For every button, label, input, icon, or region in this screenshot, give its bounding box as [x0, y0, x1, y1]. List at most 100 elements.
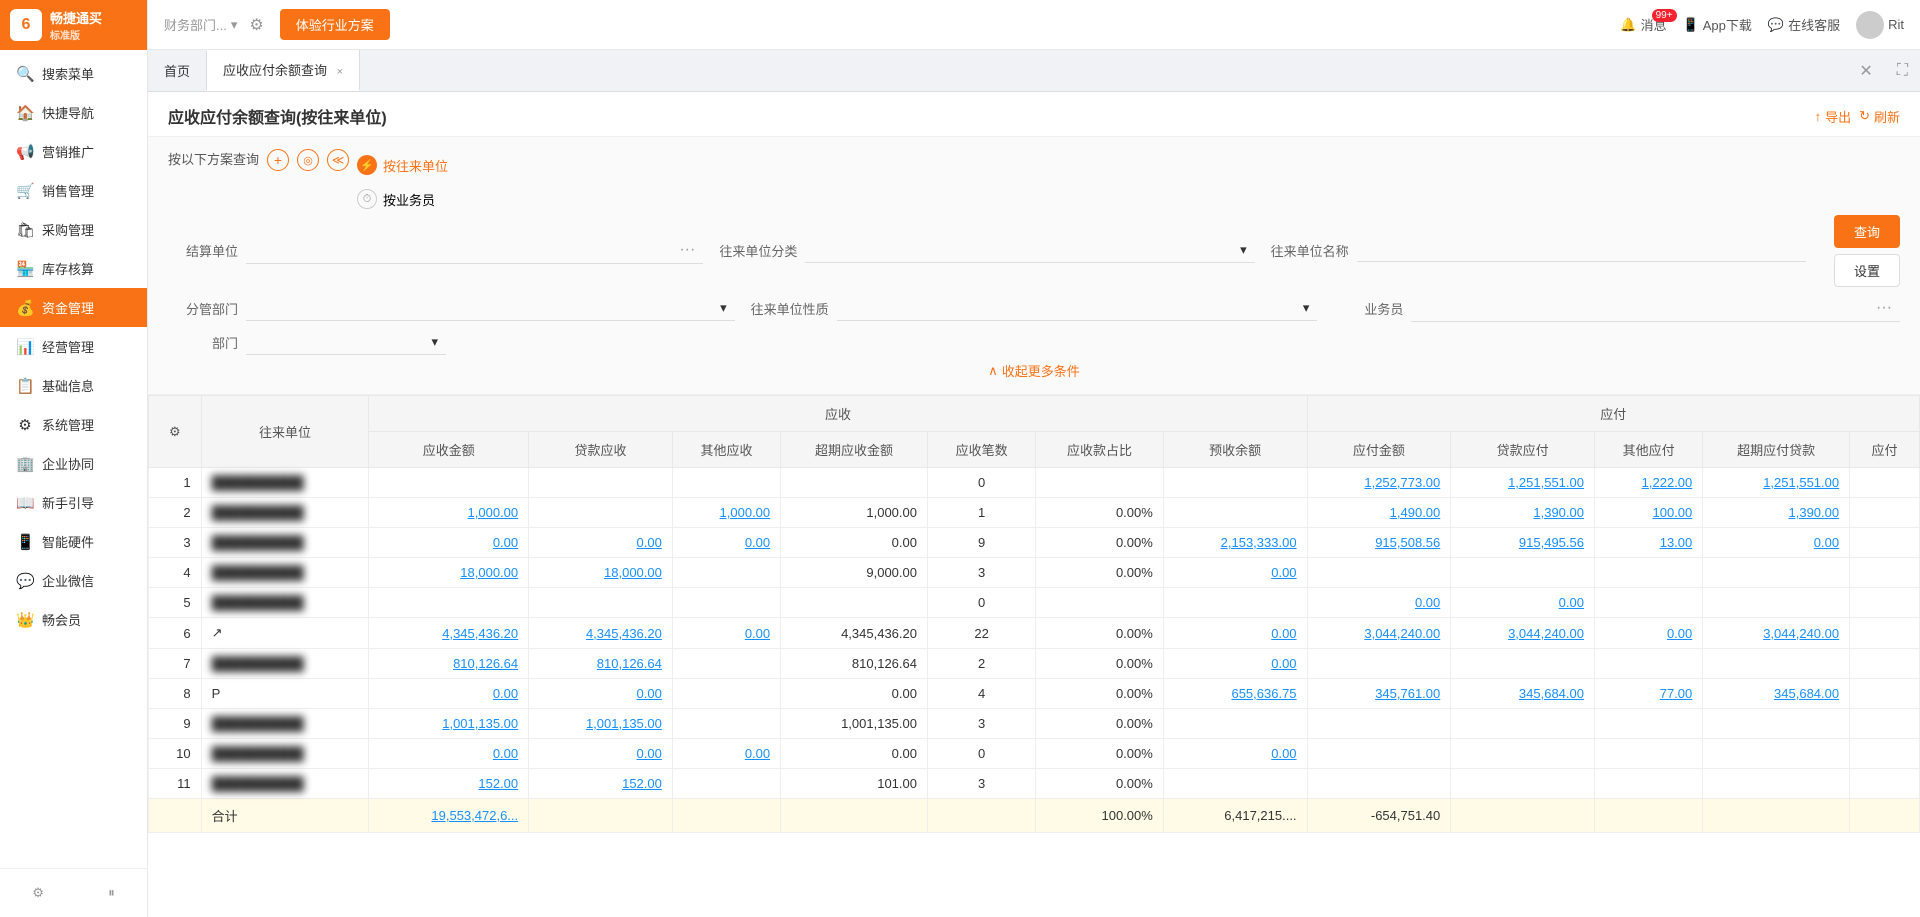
- table-cell[interactable]: 152.00: [529, 769, 673, 799]
- table-cell[interactable]: 77.00: [1594, 679, 1702, 709]
- table-cell[interactable]: 4,345,436.20: [529, 618, 673, 649]
- filter-settlement-input[interactable]: ···: [246, 237, 703, 264]
- refresh-btn[interactable]: ↻ 刷新: [1859, 107, 1900, 126]
- table-cell[interactable]: 0.00: [529, 528, 673, 558]
- table-cell[interactable]: 13.00: [1594, 528, 1702, 558]
- sidebar-item-inventory[interactable]: 🏪库存核算: [0, 249, 147, 288]
- query-btn[interactable]: 查询: [1834, 215, 1900, 248]
- table-cell[interactable]: 0.00: [369, 528, 529, 558]
- table-cell[interactable]: 18,000.00: [529, 558, 673, 588]
- table-cell[interactable]: 0.00: [672, 618, 780, 649]
- sidebar-item-quick[interactable]: 🏠快捷导航: [0, 93, 147, 132]
- table-cell[interactable]: 0.00: [369, 739, 529, 769]
- filter-collapse-btn[interactable]: ∧ 收起更多条件: [168, 355, 1900, 382]
- filter-salesperson-input[interactable]: ···: [1411, 295, 1900, 322]
- table-cell[interactable]: 1,390.00: [1703, 498, 1850, 528]
- filter-dept-manager-select[interactable]: ▾: [246, 296, 735, 321]
- sidebar-item-wechat[interactable]: 💬企业微信: [0, 561, 147, 600]
- table-cell[interactable]: 1,490.00: [1307, 498, 1451, 528]
- table-cell[interactable]: 1,000.00: [369, 498, 529, 528]
- sidebar-item-marketing[interactable]: 📢营销推广: [0, 132, 147, 171]
- filter-partner-nature-select[interactable]: ▾: [837, 296, 1318, 321]
- table-cell[interactable]: 1,000.00: [672, 498, 780, 528]
- table-cell[interactable]: 18,000.00: [369, 558, 529, 588]
- table-cell[interactable]: 0.00: [1703, 528, 1850, 558]
- sidebar-item-finance[interactable]: 💰资金管理: [0, 288, 147, 327]
- table-cell[interactable]: 2,153,333.00: [1163, 528, 1307, 558]
- sidebar-collapse-btn[interactable]: ⏸: [102, 879, 121, 907]
- tab-home[interactable]: 首页: [148, 51, 207, 90]
- app-download-btn[interactable]: 📱 App下载: [1683, 15, 1752, 34]
- set-btn[interactable]: 设置: [1834, 254, 1900, 287]
- table-cell[interactable]: 0.00: [1163, 558, 1307, 588]
- table-cell[interactable]: 0.00: [1163, 618, 1307, 649]
- table-cell[interactable]: 1,252,773.00: [1307, 468, 1451, 498]
- table-cell[interactable]: 1,390.00: [1451, 498, 1595, 528]
- table-cell[interactable]: 0.00: [672, 739, 780, 769]
- table-cell[interactable]: 0.00: [1163, 649, 1307, 679]
- table-cell[interactable]: 1,222.00: [1594, 468, 1702, 498]
- table-cell: 0.00%: [1036, 528, 1164, 558]
- tab-active[interactable]: 应收应付余额查询 ×: [207, 50, 360, 91]
- table-cell[interactable]: 915,495.56: [1451, 528, 1595, 558]
- table-cell[interactable]: 0.00: [672, 528, 780, 558]
- table-cell[interactable]: 0.00: [1307, 588, 1451, 618]
- table-cell[interactable]: 3,044,240.00: [1307, 618, 1451, 649]
- table-cell[interactable]: 1,251,551.00: [1451, 468, 1595, 498]
- table-cell[interactable]: 3,044,240.00: [1703, 618, 1850, 649]
- sidebar-item-guide[interactable]: 📖新手引导: [0, 483, 147, 522]
- sidebar-item-member[interactable]: 👑畅会员: [0, 600, 147, 639]
- view-mode-partner[interactable]: ⚡ 按往来单位: [349, 151, 456, 179]
- table-cell[interactable]: 345,761.00: [1307, 679, 1451, 709]
- sidebar-item-search[interactable]: 🔍搜索菜单: [0, 54, 147, 93]
- table-cell[interactable]: 655,636.75: [1163, 679, 1307, 709]
- tab-close-window-btn[interactable]: ✕: [1847, 53, 1884, 89]
- tab-close-icon[interactable]: ×: [337, 66, 343, 78]
- table-cell[interactable]: 810,126.64: [369, 649, 529, 679]
- sidebar-item-purchase[interactable]: 🛍采购管理: [0, 210, 147, 249]
- table-cell[interactable]: 152.00: [369, 769, 529, 799]
- filter-partner-name-input[interactable]: [1357, 238, 1806, 262]
- cta-button[interactable]: 体验行业方案: [280, 9, 390, 40]
- table-cell[interactable]: 0.00: [1594, 618, 1702, 649]
- sidebar-item-hardware[interactable]: 📱智能硬件: [0, 522, 147, 561]
- online-service-btn[interactable]: 💬 在线客服: [1768, 15, 1840, 34]
- table-cell[interactable]: 0.00: [529, 679, 673, 709]
- tab-expand-btn[interactable]: ⛶: [1885, 54, 1920, 88]
- table-cell[interactable]: 0.00: [1163, 739, 1307, 769]
- table-row: 9██████████1,001,135.001,001,135.001,001…: [149, 709, 1920, 739]
- table-cell[interactable]: 345,684.00: [1451, 679, 1595, 709]
- export-btn[interactable]: ↑ 导出: [1815, 107, 1852, 126]
- table-cell[interactable]: 1,251,551.00: [1703, 468, 1850, 498]
- notification-btn[interactable]: 🔔 消息 99+: [1620, 15, 1666, 34]
- table-settings-header[interactable]: ⚙: [149, 396, 202, 468]
- sidebar-item-operation[interactable]: 📊经营管理: [0, 327, 147, 366]
- filter-target-btn[interactable]: ◎: [297, 149, 319, 171]
- table-cell[interactable]: 810,126.64: [529, 649, 673, 679]
- filter-partner-category-select[interactable]: ▾: [805, 238, 1254, 263]
- table-cell[interactable]: 1,001,135.00: [529, 709, 673, 739]
- table-cell[interactable]: 3,044,240.00: [1451, 618, 1595, 649]
- table-cell[interactable]: 345,684.00: [1703, 679, 1850, 709]
- table-cell[interactable]: 1,001,135.00: [369, 709, 529, 739]
- table-cell[interactable]: 0.00: [369, 679, 529, 709]
- view-mode-salesperson[interactable]: ⏱ 按业务员: [349, 185, 456, 213]
- filter-dept-select[interactable]: ▾: [246, 330, 446, 355]
- sidebar-settings-btn[interactable]: ⚙: [26, 879, 50, 907]
- table-cell[interactable]: 4,345,436.20: [369, 618, 529, 649]
- table-cell[interactable]: 915,508.56: [1307, 528, 1451, 558]
- sidebar-item-system[interactable]: ⚙系统管理: [0, 405, 147, 444]
- table-cell[interactable]: 100.00: [1594, 498, 1702, 528]
- topbar-gear-icon[interactable]: ⚙: [249, 15, 263, 35]
- sidebar-item-sales[interactable]: 🛒销售管理: [0, 171, 147, 210]
- sidebar-item-basic[interactable]: 📋基础信息: [0, 366, 147, 405]
- summary-recv-amt[interactable]: 19,553,472,6...: [369, 799, 529, 833]
- filter-back-btn[interactable]: ≪: [327, 149, 349, 171]
- table-cell[interactable]: 0.00: [529, 739, 673, 769]
- filter-add-btn[interactable]: +: [267, 149, 289, 171]
- user-avatar-area[interactable]: Rit: [1856, 11, 1904, 39]
- table-cell[interactable]: 0.00: [1451, 588, 1595, 618]
- table-cell: 1,001,135.00: [781, 709, 928, 739]
- sidebar-item-enterprise[interactable]: 🏢企业协同: [0, 444, 147, 483]
- table-partner-header: 往来单位: [201, 396, 369, 468]
